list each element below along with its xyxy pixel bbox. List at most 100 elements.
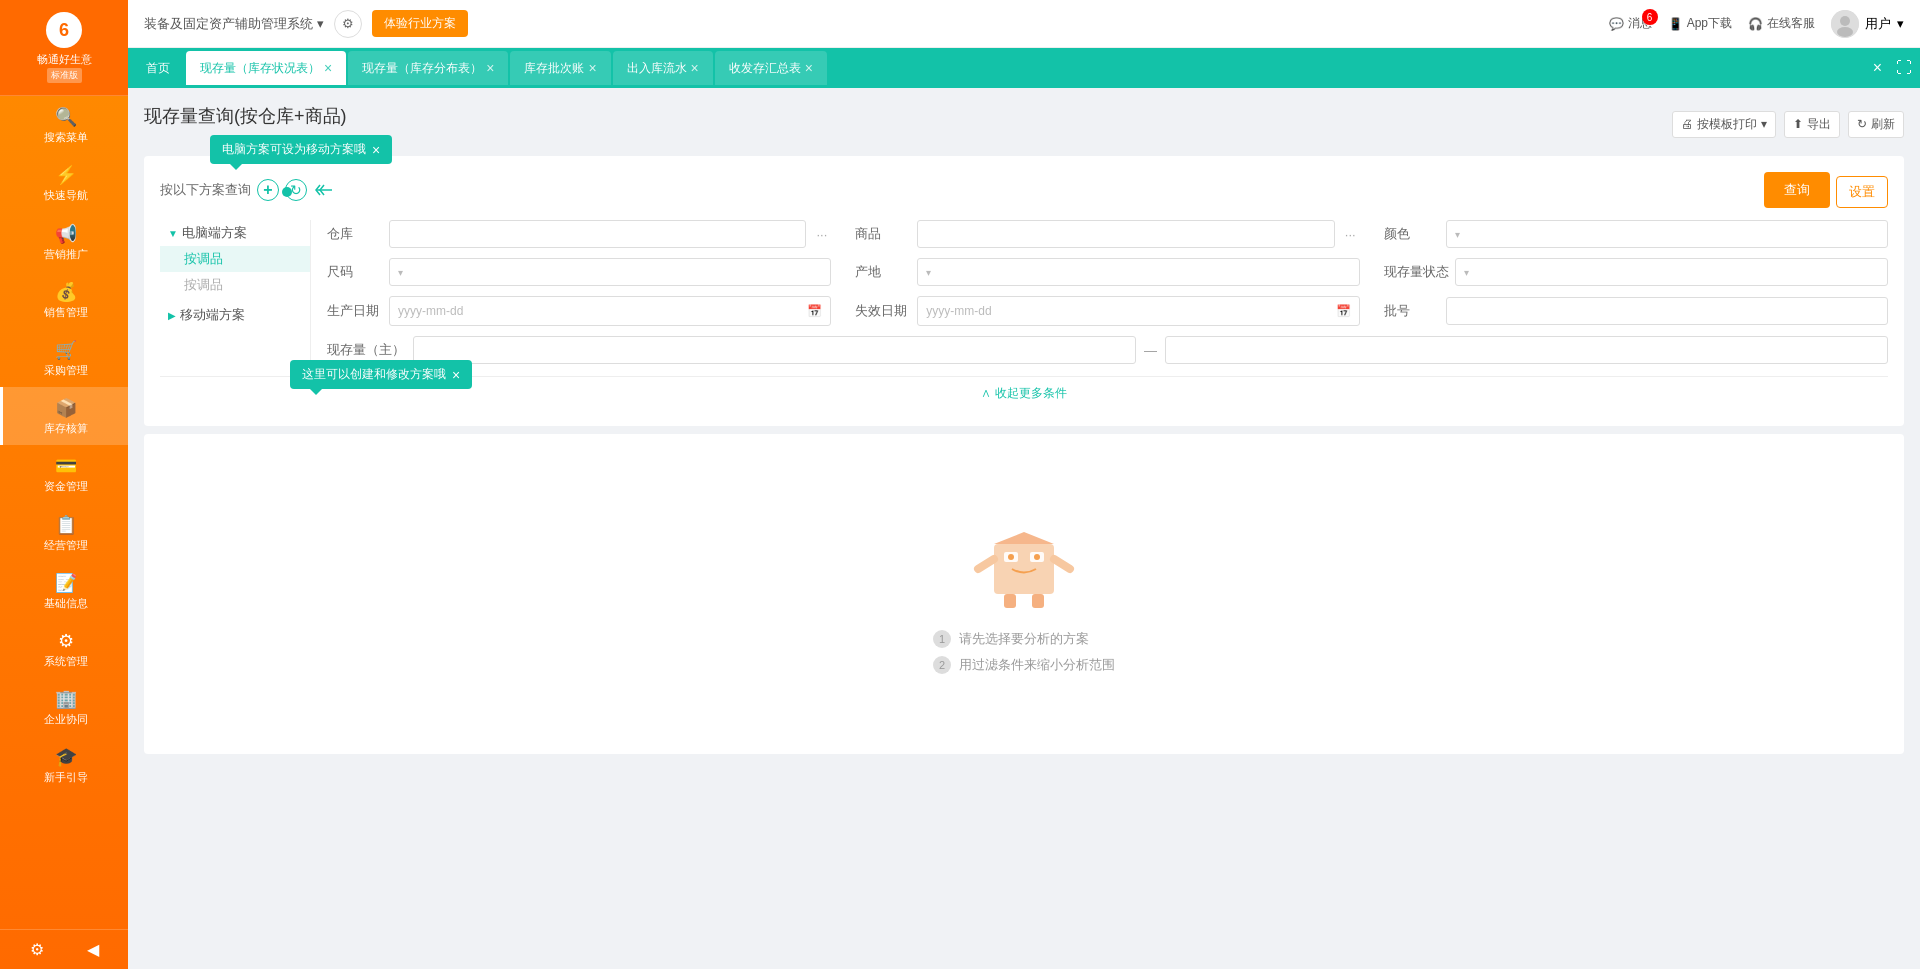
expire-date-calendar-icon[interactable]: 📅: [1336, 304, 1351, 318]
logo-area: 6 畅通好生意 标准版: [0, 0, 128, 96]
tab-recv-summary-label: 收发存汇总表: [729, 60, 801, 77]
tab-batch-account[interactable]: 库存批次账 ×: [510, 51, 610, 85]
empty-illustration: [964, 494, 1084, 614]
page-content: 现存量查询(按仓库+商品) 🖨 按模板打印 ▾ ⬆ 导出 ↻ 刷新: [128, 88, 1920, 969]
sidebar-item-basic[interactable]: 📝 基础信息: [0, 562, 128, 620]
warehouse-input[interactable]: [389, 220, 806, 248]
scheme-item-desktop-1[interactable]: 按调品: [160, 246, 310, 272]
tooltip-scheme-convert: 电脑方案可设为移动方案哦 ×: [210, 135, 392, 164]
produce-date-calendar-icon[interactable]: 📅: [807, 304, 822, 318]
sidebar-item-guide[interactable]: 🎓 新手引导: [0, 736, 128, 794]
export-btn[interactable]: ⬆ 导出: [1784, 111, 1840, 138]
tab-inventory-status[interactable]: 现存量（库存状况表） ×: [186, 51, 346, 85]
app-download-label: App下载: [1687, 15, 1732, 32]
goods-dots-btn[interactable]: ···: [1341, 227, 1360, 242]
tab-inout-flow-close[interactable]: ×: [691, 60, 699, 76]
scheme-group-mobile-header[interactable]: ▶ 移动端方案: [160, 302, 310, 328]
query-form-buttons: 查询 设置: [1764, 172, 1888, 208]
sidebar-item-marketing[interactable]: 📢 营销推广: [0, 213, 128, 271]
sidebar-item-basic-label: 基础信息: [44, 597, 88, 610]
message-badge: 6: [1642, 9, 1658, 25]
sidebar-item-quick-nav[interactable]: ⚡ 快速导航: [0, 154, 128, 212]
sidebar-item-operations[interactable]: 📋 经营管理: [0, 504, 128, 562]
refresh-icon: ↻: [1857, 117, 1867, 131]
message-action[interactable]: 💬 消息 6: [1609, 15, 1652, 32]
tab-bar: 首页 现存量（库存状况表） × 现存量（库存分布表） × 库存批次账 × 出入库…: [128, 48, 1920, 88]
tooltip-scheme-convert-close[interactable]: ×: [372, 142, 380, 158]
empty-step-1: 1 请先选择要分析的方案: [933, 630, 1115, 648]
query-add-button[interactable]: +: [257, 179, 279, 201]
quick-nav-icon: ⚡: [55, 164, 77, 186]
step-2-text: 用过滤条件来缩小分析范围: [959, 656, 1115, 674]
sidebar-item-search[interactable]: 🔍 搜索菜单: [0, 96, 128, 154]
print-icon: 🖨: [1681, 117, 1693, 131]
svg-rect-4: [994, 544, 1054, 594]
sidebar-item-inventory[interactable]: 📦 库存核算: [0, 387, 128, 445]
guide-icon: 🎓: [55, 746, 77, 768]
tab-recv-summary[interactable]: 收发存汇总表 ×: [715, 51, 827, 85]
refresh-label: 刷新: [1871, 116, 1895, 133]
stock-status-input[interactable]: ▾: [1455, 258, 1888, 286]
user-info[interactable]: 用户 ▾: [1831, 10, 1904, 38]
query-top-bar-left: 按以下方案查询 + ↻: [160, 179, 335, 201]
sidebar-item-system[interactable]: ⚙ 系统管理: [0, 620, 128, 678]
tab-inventory-dist[interactable]: 现存量（库存分布表） ×: [348, 51, 508, 85]
batch-input[interactable]: [1446, 297, 1888, 325]
system-selector[interactable]: 装备及固定资产辅助管理系统 ▾: [144, 15, 324, 33]
sidebar-item-sales[interactable]: 💰 销售管理: [0, 271, 128, 329]
step-1-number: 1: [933, 630, 951, 648]
system-name: 装备及固定资产辅助管理系统: [144, 15, 313, 33]
tab-inventory-status-close[interactable]: ×: [324, 60, 332, 76]
tab-fullscreen-btn[interactable]: ⛶: [1892, 55, 1916, 81]
expire-date-input[interactable]: yyyy-mm-dd 📅: [917, 296, 1359, 326]
produce-date-placeholder: yyyy-mm-dd: [398, 304, 463, 318]
sidebar: 6 畅通好生意 标准版 🔍 搜索菜单 ⚡ 快速导航 📢 营销推广 💰 销售管理 …: [0, 0, 128, 969]
tooltip-scheme-edit-close[interactable]: ×: [452, 367, 460, 383]
tab-recv-summary-close[interactable]: ×: [805, 60, 813, 76]
sidebar-item-purchase[interactable]: 🛒 采购管理: [0, 329, 128, 387]
sidebar-collapse-btn[interactable]: ◀: [87, 940, 99, 959]
scheme-item-desktop-2[interactable]: 按调品: [160, 272, 310, 298]
top-actions-bar: 🖨 按模板打印 ▾ ⬆ 导出 ↻ 刷新: [1672, 111, 1904, 138]
tab-close-all-btn[interactable]: ×: [1869, 55, 1886, 81]
goods-input[interactable]: [917, 220, 1334, 248]
sidebar-item-finance[interactable]: 💳 资金管理: [0, 445, 128, 503]
top-header-right: 💬 消息 6 📱 App下载 🎧 在线客服 用户 ▾: [1609, 10, 1904, 38]
produce-date-field: 生产日期 yyyy-mm-dd 📅: [327, 296, 831, 326]
template-print-btn[interactable]: 🖨 按模板打印 ▾: [1672, 111, 1776, 138]
tab-inventory-status-label: 现存量（库存状况表）: [200, 60, 320, 77]
query-back-button[interactable]: [313, 179, 335, 201]
search-button[interactable]: 查询: [1764, 172, 1830, 208]
page-title: 现存量查询(按仓库+商品): [144, 104, 347, 128]
sidebar-item-enterprise[interactable]: 🏢 企业协同: [0, 678, 128, 736]
setting-button[interactable]: 设置: [1836, 176, 1888, 208]
stock-main-from-input[interactable]: [413, 336, 1136, 364]
tab-inventory-dist-close[interactable]: ×: [486, 60, 494, 76]
goods-field: 商品 ···: [855, 220, 1359, 248]
desktop-scheme-arrow-icon: ▼: [168, 228, 178, 239]
refresh-btn[interactable]: ↻ 刷新: [1848, 111, 1904, 138]
sidebar-settings-btn[interactable]: ⚙: [30, 940, 44, 959]
stock-main-to-input[interactable]: [1165, 336, 1888, 364]
tab-batch-account-close[interactable]: ×: [588, 60, 596, 76]
experience-button[interactable]: 体验行业方案: [372, 10, 468, 37]
online-support-action[interactable]: 🎧 在线客服: [1748, 15, 1815, 32]
marketing-icon: 📢: [55, 223, 77, 245]
tab-inout-flow[interactable]: 出入库流水 ×: [613, 51, 713, 85]
main-area: 装备及固定资产辅助管理系统 ▾ ⚙ 体验行业方案 💬 消息 6 📱 App下载 …: [128, 0, 1920, 969]
size-input[interactable]: ▾: [389, 258, 831, 286]
logo-char: 6: [59, 20, 69, 41]
produce-date-input[interactable]: yyyy-mm-dd 📅: [389, 296, 831, 326]
tab-home[interactable]: 首页: [132, 51, 184, 85]
stock-main-dash: —: [1144, 343, 1157, 358]
tooltip-scheme-edit: 这里可以创建和修改方案哦 ×: [290, 360, 472, 389]
origin-input[interactable]: ▾: [917, 258, 1359, 286]
color-input[interactable]: ▾: [1446, 220, 1888, 248]
scheme-group-desktop-header[interactable]: ▼ 电脑端方案: [160, 220, 310, 246]
app-download-action[interactable]: 📱 App下载: [1668, 15, 1732, 32]
connector-dot: [282, 187, 292, 197]
origin-field: 产地 ▾: [855, 258, 1359, 286]
sidebar-item-operations-label: 经营管理: [44, 539, 88, 552]
settings-button[interactable]: ⚙: [334, 10, 362, 38]
warehouse-dots-btn[interactable]: ···: [812, 227, 831, 242]
